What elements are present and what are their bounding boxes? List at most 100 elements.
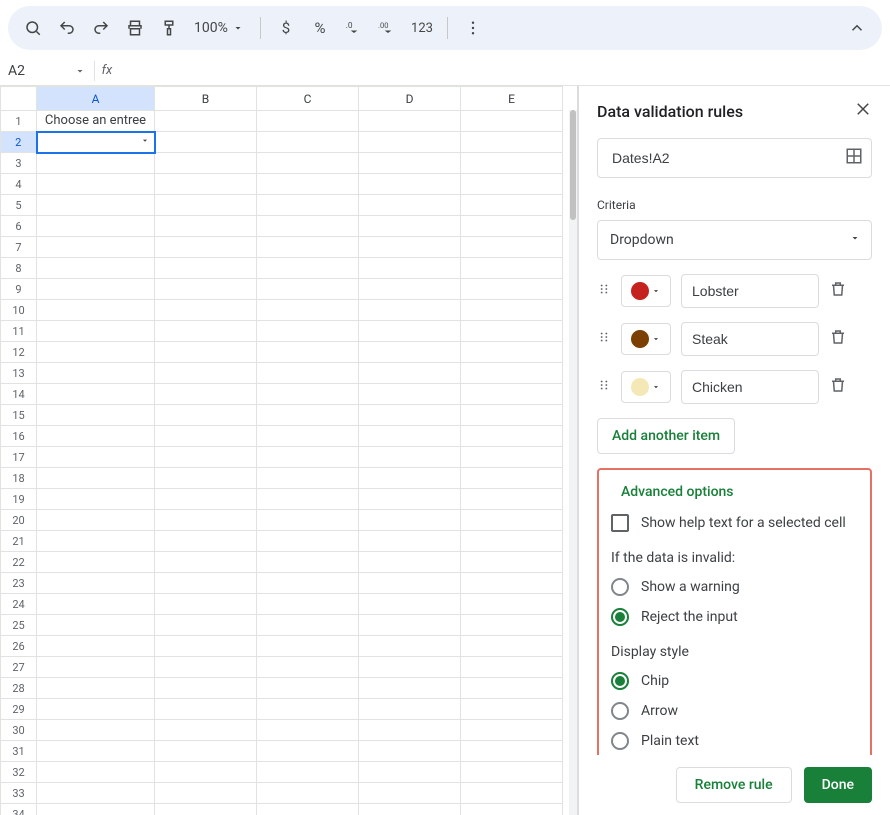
zoom-select[interactable]: 100% bbox=[188, 20, 250, 36]
cell-C17[interactable] bbox=[257, 447, 359, 468]
name-box[interactable]: A2 bbox=[0, 57, 94, 85]
cell-D11[interactable] bbox=[359, 321, 461, 342]
cell-B23[interactable] bbox=[155, 573, 257, 594]
row-header-25[interactable]: 25 bbox=[1, 615, 37, 636]
cell-B17[interactable] bbox=[155, 447, 257, 468]
display-style-option[interactable]: Chip bbox=[611, 672, 858, 690]
cell-E7[interactable] bbox=[461, 237, 563, 258]
row-header-20[interactable]: 20 bbox=[1, 510, 37, 531]
cell-D9[interactable] bbox=[359, 279, 461, 300]
cell-E5[interactable] bbox=[461, 195, 563, 216]
invalid-data-option[interactable]: Reject the input bbox=[611, 608, 858, 626]
cell-E24[interactable] bbox=[461, 594, 563, 615]
cell-A14[interactable] bbox=[37, 384, 155, 405]
select-all-corner[interactable] bbox=[1, 87, 37, 111]
delete-item-icon[interactable] bbox=[829, 280, 847, 302]
item-color-picker[interactable] bbox=[621, 371, 671, 403]
cell-B34[interactable] bbox=[155, 804, 257, 815]
cell-D20[interactable] bbox=[359, 510, 461, 531]
cell-B3[interactable] bbox=[155, 153, 257, 174]
cell-E31[interactable] bbox=[461, 741, 563, 762]
cell-E13[interactable] bbox=[461, 363, 563, 384]
cell-A18[interactable] bbox=[37, 468, 155, 489]
cell-C16[interactable] bbox=[257, 426, 359, 447]
cell-D6[interactable] bbox=[359, 216, 461, 237]
cell-E23[interactable] bbox=[461, 573, 563, 594]
item-value-input[interactable] bbox=[681, 274, 819, 308]
cell-A34[interactable] bbox=[37, 804, 155, 815]
row-header-5[interactable]: 5 bbox=[1, 195, 37, 216]
cell-D25[interactable] bbox=[359, 615, 461, 636]
row-header-1[interactable]: 1 bbox=[1, 111, 37, 132]
cell-A4[interactable] bbox=[37, 174, 155, 195]
cell-A23[interactable] bbox=[37, 573, 155, 594]
row-header-12[interactable]: 12 bbox=[1, 342, 37, 363]
cell-B27[interactable] bbox=[155, 657, 257, 678]
cell-E11[interactable] bbox=[461, 321, 563, 342]
cell-E4[interactable] bbox=[461, 174, 563, 195]
cell-C6[interactable] bbox=[257, 216, 359, 237]
redo-icon[interactable] bbox=[86, 13, 116, 43]
cell-A1[interactable]: Choose an entree bbox=[37, 111, 155, 132]
cell-C28[interactable] bbox=[257, 678, 359, 699]
display-style-option[interactable]: Arrow bbox=[611, 702, 858, 720]
cell-A15[interactable] bbox=[37, 405, 155, 426]
close-icon[interactable] bbox=[854, 100, 872, 122]
cell-B33[interactable] bbox=[155, 783, 257, 804]
cell-D32[interactable] bbox=[359, 762, 461, 783]
cell-E27[interactable] bbox=[461, 657, 563, 678]
cell-E6[interactable] bbox=[461, 216, 563, 237]
row-header-14[interactable]: 14 bbox=[1, 384, 37, 405]
cell-E18[interactable] bbox=[461, 468, 563, 489]
cell-A31[interactable] bbox=[37, 741, 155, 762]
cell-E33[interactable] bbox=[461, 783, 563, 804]
cell-C31[interactable] bbox=[257, 741, 359, 762]
row-header-17[interactable]: 17 bbox=[1, 447, 37, 468]
cell-B11[interactable] bbox=[155, 321, 257, 342]
cell-D13[interactable] bbox=[359, 363, 461, 384]
cell-B21[interactable] bbox=[155, 531, 257, 552]
cell-A24[interactable] bbox=[37, 594, 155, 615]
column-header-D[interactable]: D bbox=[359, 87, 461, 111]
cell-D34[interactable] bbox=[359, 804, 461, 815]
cell-B19[interactable] bbox=[155, 489, 257, 510]
cell-E12[interactable] bbox=[461, 342, 563, 363]
cell-E15[interactable] bbox=[461, 405, 563, 426]
column-header-C[interactable]: C bbox=[257, 87, 359, 111]
range-field[interactable] bbox=[597, 138, 872, 178]
row-header-33[interactable]: 33 bbox=[1, 783, 37, 804]
row-header-8[interactable]: 8 bbox=[1, 258, 37, 279]
cell-D14[interactable] bbox=[359, 384, 461, 405]
cell-D27[interactable] bbox=[359, 657, 461, 678]
row-header-32[interactable]: 32 bbox=[1, 762, 37, 783]
row-header-28[interactable]: 28 bbox=[1, 678, 37, 699]
cell-E14[interactable] bbox=[461, 384, 563, 405]
cell-C22[interactable] bbox=[257, 552, 359, 573]
cell-A28[interactable] bbox=[37, 678, 155, 699]
cell-C1[interactable] bbox=[257, 111, 359, 132]
cell-A27[interactable] bbox=[37, 657, 155, 678]
drag-handle-icon[interactable] bbox=[597, 280, 611, 302]
cell-D4[interactable] bbox=[359, 174, 461, 195]
cell-C27[interactable] bbox=[257, 657, 359, 678]
cell-A20[interactable] bbox=[37, 510, 155, 531]
delete-item-icon[interactable] bbox=[829, 328, 847, 350]
cell-B32[interactable] bbox=[155, 762, 257, 783]
cell-A33[interactable] bbox=[37, 783, 155, 804]
cell-C5[interactable] bbox=[257, 195, 359, 216]
fill-handle[interactable] bbox=[152, 150, 155, 153]
remove-rule-button[interactable]: Remove rule bbox=[676, 767, 792, 803]
cell-C30[interactable] bbox=[257, 720, 359, 741]
row-header-18[interactable]: 18 bbox=[1, 468, 37, 489]
row-header-16[interactable]: 16 bbox=[1, 426, 37, 447]
cell-C9[interactable] bbox=[257, 279, 359, 300]
cell-B12[interactable] bbox=[155, 342, 257, 363]
collapse-toolbar-icon[interactable] bbox=[842, 13, 872, 43]
row-header-29[interactable]: 29 bbox=[1, 699, 37, 720]
currency-icon[interactable]: $ bbox=[271, 13, 301, 43]
row-header-6[interactable]: 6 bbox=[1, 216, 37, 237]
cell-B9[interactable] bbox=[155, 279, 257, 300]
cell-E9[interactable] bbox=[461, 279, 563, 300]
cell-E20[interactable] bbox=[461, 510, 563, 531]
cell-C7[interactable] bbox=[257, 237, 359, 258]
